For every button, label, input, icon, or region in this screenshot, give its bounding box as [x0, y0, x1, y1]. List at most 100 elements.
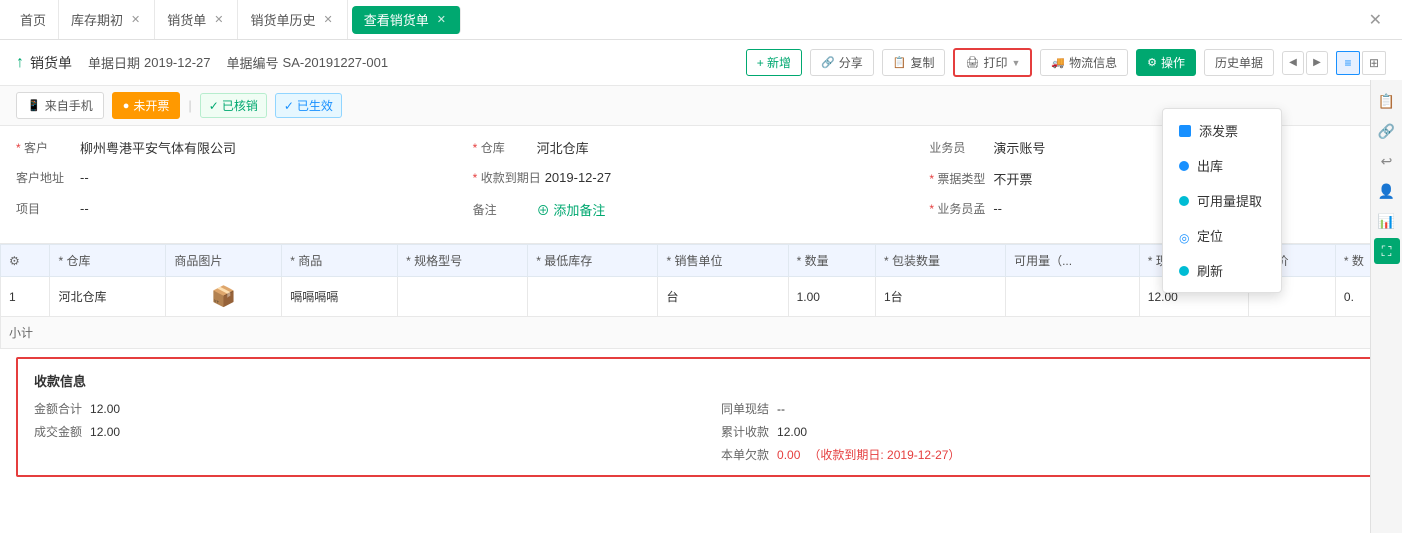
- cumulative-value: 12.00: [777, 425, 807, 439]
- col-pkg: * 包装数量: [875, 245, 1005, 277]
- not-open-button[interactable]: ● 未开票: [112, 92, 181, 119]
- list-view-icon[interactable]: ≡: [1336, 51, 1360, 75]
- tab-view-sales[interactable]: 查看销货单 ✕: [352, 6, 461, 34]
- warehouse-out-icon: [1179, 161, 1189, 171]
- history-button[interactable]: 历史单据: [1204, 49, 1274, 76]
- col-warehouse: * 仓库: [50, 245, 166, 277]
- locate-label: 定位: [1197, 226, 1223, 245]
- tab-sales-history[interactable]: 销货单历史 ✕: [238, 0, 347, 39]
- add-invoice-label: 添发票: [1199, 121, 1238, 140]
- available-qty-item[interactable]: 可用量提取: [1163, 183, 1281, 218]
- grid-view-icon[interactable]: ⊞: [1362, 51, 1386, 75]
- operations-button[interactable]: ⚙ 操作: [1136, 49, 1196, 76]
- right-icon-link[interactable]: 🔗: [1374, 118, 1400, 144]
- row-image: 📦: [166, 277, 282, 317]
- row-pkg: 1台: [875, 277, 1005, 317]
- tab-history-close[interactable]: ✕: [322, 11, 335, 28]
- note-field: 备注 ⊕ 添加备注: [473, 200, 930, 219]
- doc-date-value: 2019-12-27: [144, 55, 211, 70]
- address-label: 客户地址: [16, 169, 76, 186]
- right-icons-panel: 📋 🔗 ↩ 👤 📊 ⛶: [1370, 80, 1402, 533]
- print-button[interactable]: 🖨 打印 ▼: [953, 48, 1032, 77]
- tab-inventory-label: 库存期初: [71, 10, 123, 29]
- tab-sales-order[interactable]: 销货单 ✕: [155, 0, 238, 39]
- from-phone-button[interactable]: 📱 来自手机: [16, 92, 104, 119]
- col-min-stock: * 最低库存: [528, 245, 658, 277]
- next-button[interactable]: ▶: [1306, 51, 1328, 75]
- cumulative-label: 累计收款: [721, 423, 769, 440]
- tab-view-close[interactable]: ✕: [435, 11, 448, 28]
- ticket-type-label: 票据类型: [929, 170, 989, 187]
- ticket-type-field: 票据类型 不开票: [929, 169, 1386, 188]
- available-qty-icon: [1179, 196, 1189, 206]
- same-order-value: --: [777, 402, 785, 416]
- right-icon-chart[interactable]: 📊: [1374, 208, 1400, 234]
- available-qty-label: 可用量提取: [1197, 191, 1262, 210]
- tab-inventory-init[interactable]: 库存期初 ✕: [59, 0, 155, 39]
- doc-header: ↑ 销货单 单据日期 2019-12-27 单据编号 SA-20191227-0…: [0, 40, 1402, 86]
- right-icon-back[interactable]: ↩: [1374, 148, 1400, 174]
- warehouse-field: 仓库 河北仓库: [473, 138, 930, 157]
- copy-label: 复制: [910, 54, 934, 71]
- transaction-value: 12.00: [90, 425, 120, 439]
- due-note: （收款到期日: 2019-12-27）: [808, 446, 960, 463]
- salesperson-field: 业务员 演示账号: [929, 138, 1386, 157]
- right-icon-user[interactable]: 👤: [1374, 178, 1400, 204]
- warehouse-out-item[interactable]: 出库: [1163, 148, 1281, 183]
- add-label: + 新增: [757, 54, 791, 71]
- note-label: 备注: [473, 201, 533, 218]
- row-seq: 1: [1, 277, 50, 317]
- same-order-item: 同单现结 --: [721, 400, 1368, 417]
- project-field: 项目 --: [16, 200, 473, 217]
- logistics-button[interactable]: 🚚 物流信息: [1040, 49, 1128, 76]
- col-available: 可用量（...: [1006, 245, 1140, 277]
- add-button[interactable]: + 新增: [746, 49, 802, 76]
- warehouse-label: 仓库: [473, 139, 533, 156]
- locate-item[interactable]: ◎ 定位: [1163, 218, 1281, 253]
- effect-label: 已生效: [297, 97, 333, 114]
- col-unit: * 销售单位: [658, 245, 788, 277]
- share-button[interactable]: 🔗 分享: [810, 49, 874, 76]
- add-invoice-item[interactable]: 添发票: [1163, 113, 1281, 148]
- row-min-stock: [528, 277, 658, 317]
- doc-date-label: 单据日期: [88, 53, 140, 72]
- tab-view-label: 查看销货单: [364, 10, 429, 29]
- row-qty: 1.00: [788, 277, 875, 317]
- same-order-label: 同单现结: [721, 400, 769, 417]
- customer-label: 客户: [16, 139, 76, 156]
- toolbar: + 新增 🔗 分享 📋 复制 🖨 打印 ▼ 🚚 物流信息 ⚙ 操作: [746, 48, 1386, 77]
- customer-field: 客户 柳州粤港平安气体有限公司: [16, 138, 473, 157]
- payment-section: 收款信息 金额合计 12.00 同单现结 -- 成交金额 12.00 累计收款 …: [16, 357, 1386, 477]
- ticket-type-value: 不开票: [993, 169, 1032, 188]
- tab-home[interactable]: 首页: [8, 0, 59, 39]
- copy-button[interactable]: 📋 复制: [882, 49, 946, 76]
- refresh-item[interactable]: 刷新: [1163, 253, 1281, 288]
- add-note-btn[interactable]: ⊕ 添加备注: [537, 200, 606, 219]
- project-label: 项目: [16, 200, 76, 217]
- col-image: 商品图片: [166, 245, 282, 277]
- tab-history-label: 销货单历史: [250, 10, 315, 29]
- tab-sales-close[interactable]: ✕: [212, 11, 225, 28]
- print-label: 打印: [983, 54, 1007, 71]
- settings-icon[interactable]: ⚙: [9, 254, 20, 268]
- payment-grid: 金额合计 12.00 同单现结 -- 成交金额 12.00 累计收款 12.00…: [34, 400, 1368, 463]
- row-product: 嗝嗝嗝嗝: [282, 277, 398, 317]
- address-field: 客户地址 --: [16, 169, 473, 186]
- salesperson2-value: --: [993, 201, 1002, 216]
- cumulative-item: 累计收款 12.00: [721, 423, 1368, 440]
- tab-inventory-close[interactable]: ✕: [129, 11, 142, 28]
- doc-title: ↑ 销货单: [16, 53, 72, 73]
- due-value: 0.00: [777, 448, 800, 462]
- logistics-label: 物流信息: [1069, 54, 1117, 71]
- col-spec: * 规格型号: [398, 245, 528, 277]
- history-label: 历史单据: [1215, 54, 1263, 71]
- right-icon-copy[interactable]: 📋: [1374, 88, 1400, 114]
- prev-button[interactable]: ◀: [1282, 51, 1304, 75]
- refresh-label: 刷新: [1197, 261, 1223, 280]
- right-icon-expand[interactable]: ⛶: [1374, 238, 1400, 264]
- salesperson2-label: 业务员孟: [929, 200, 989, 217]
- window-close[interactable]: ✕: [1357, 10, 1394, 30]
- col-qty: * 数量: [788, 245, 875, 277]
- payment-date-field: 收款到期日 2019-12-27: [473, 169, 930, 186]
- row-warehouse: 河北仓库: [50, 277, 166, 317]
